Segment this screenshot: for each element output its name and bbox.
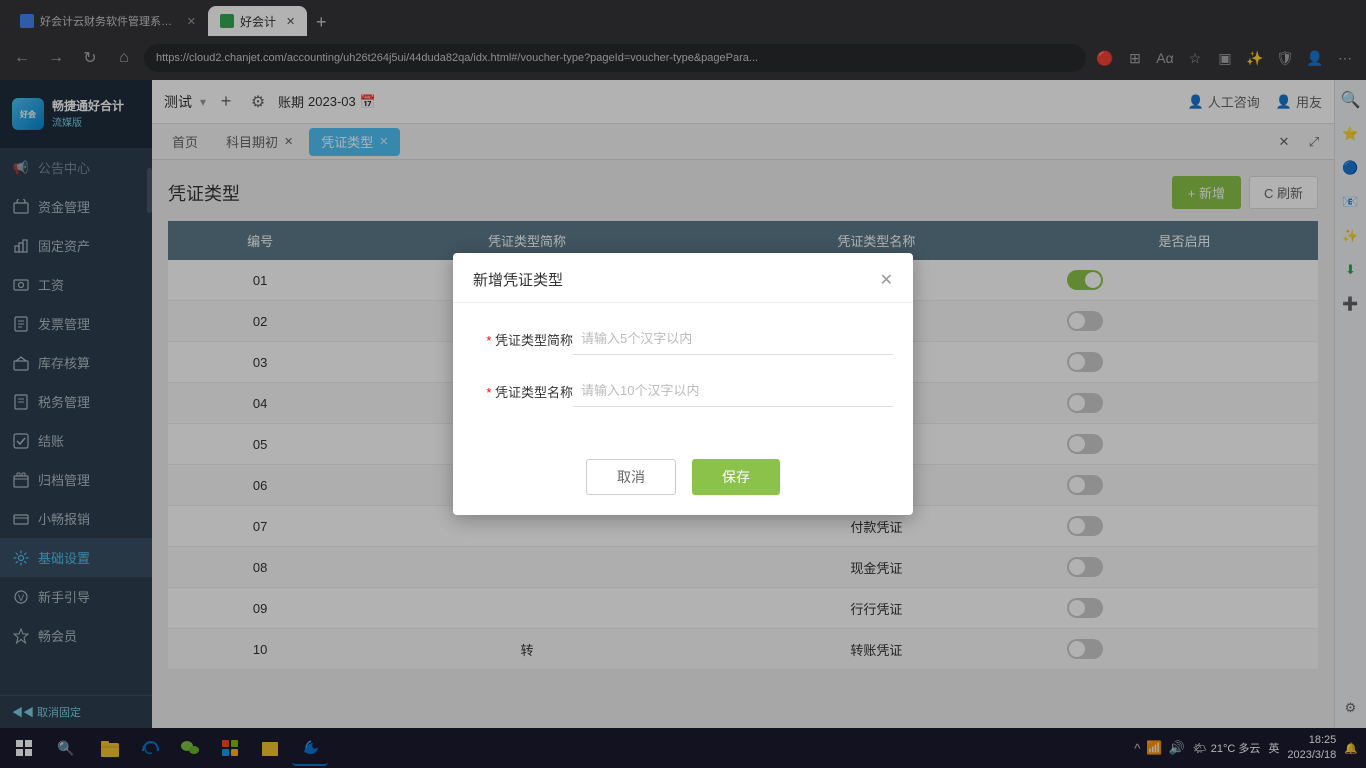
modal-title: 新增凭证类型	[473, 269, 563, 290]
modal-footer: 取消 保存	[453, 447, 913, 515]
modal-overlay: 新增凭证类型 ✕ 凭证类型简称 凭证类型名称 取消 保存	[0, 0, 1366, 768]
save-btn[interactable]: 保存	[692, 459, 780, 495]
name-input[interactable]	[573, 375, 893, 407]
short-label: 凭证类型简称	[473, 330, 573, 349]
form-row-short: 凭证类型简称	[473, 323, 893, 355]
modal-header: 新增凭证类型 ✕	[453, 253, 913, 303]
modal-body: 凭证类型简称 凭证类型名称	[453, 303, 913, 447]
name-label: 凭证类型名称	[473, 382, 573, 401]
short-input[interactable]	[573, 323, 893, 355]
modal-close-btn[interactable]: ✕	[880, 270, 893, 290]
form-row-name: 凭证类型名称	[473, 375, 893, 407]
cancel-btn[interactable]: 取消	[586, 459, 676, 495]
add-voucher-type-modal: 新增凭证类型 ✕ 凭证类型简称 凭证类型名称 取消 保存	[453, 253, 913, 515]
